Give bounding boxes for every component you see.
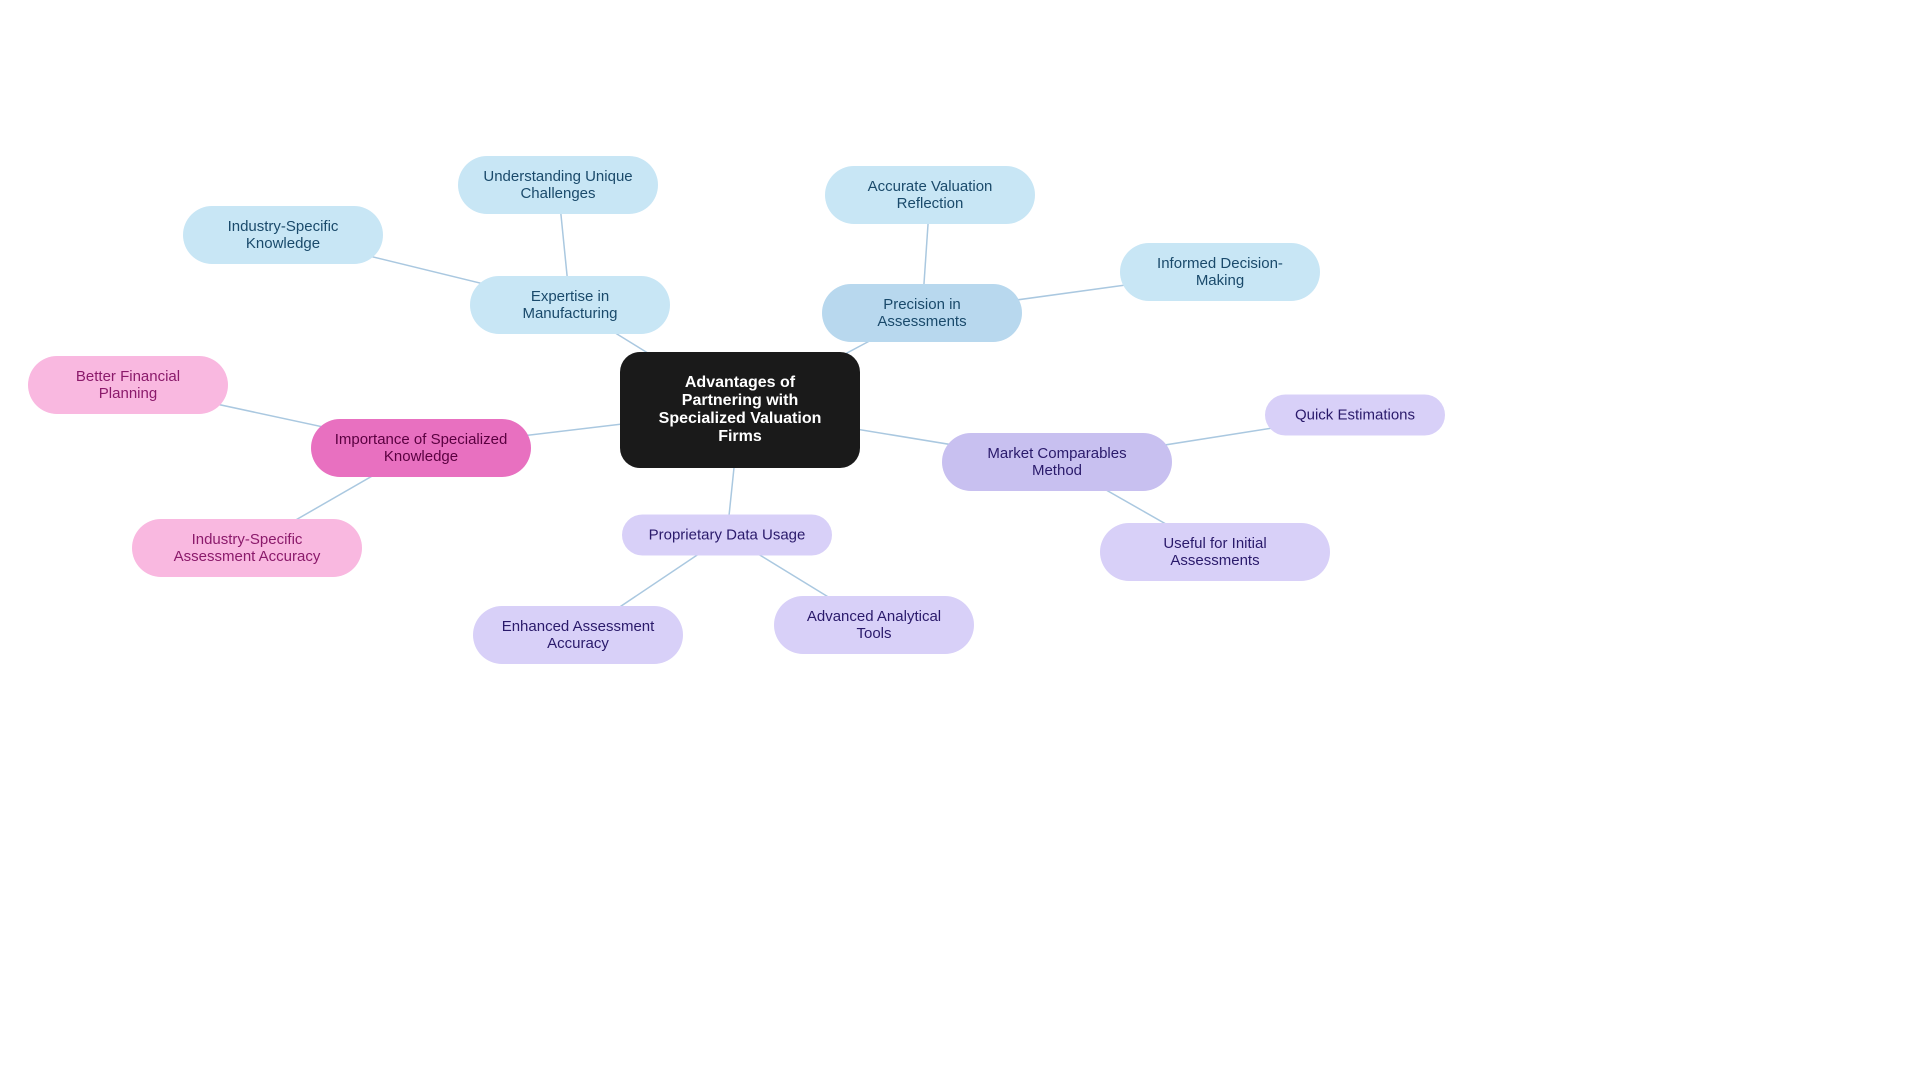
expertise-manufacturing-node: Expertise in Manufacturing bbox=[470, 276, 670, 334]
importance-specialized-node: Importance of Specialized Knowledge bbox=[311, 419, 531, 477]
enhanced-accuracy-node: Enhanced Assessment Accuracy bbox=[473, 606, 683, 664]
mindmap-container: Advantages of Partnering with Specialize… bbox=[0, 0, 1920, 1083]
precision-assessments-node: Precision in Assessments bbox=[822, 284, 1022, 342]
useful-initial-node: Useful for Initial Assessments bbox=[1100, 523, 1330, 581]
quick-estimations-node: Quick Estimations bbox=[1265, 395, 1445, 436]
industry-assessment-accuracy-node: Industry-Specific Assessment Accuracy bbox=[132, 519, 362, 577]
better-financial-node: Better Financial Planning bbox=[28, 356, 228, 414]
market-comparables-node: Market Comparables Method bbox=[942, 433, 1172, 491]
advanced-tools-node: Advanced Analytical Tools bbox=[774, 596, 974, 654]
proprietary-data-node: Proprietary Data Usage bbox=[622, 515, 832, 556]
accurate-valuation-node: Accurate Valuation Reflection bbox=[825, 166, 1035, 224]
informed-decision-node: Informed Decision-Making bbox=[1120, 243, 1320, 301]
industry-specific-knowledge-node: Industry-Specific Knowledge bbox=[183, 206, 383, 264]
understanding-challenges-node: Understanding Unique Challenges bbox=[458, 156, 658, 214]
center-node: Advantages of Partnering with Specialize… bbox=[620, 352, 860, 468]
